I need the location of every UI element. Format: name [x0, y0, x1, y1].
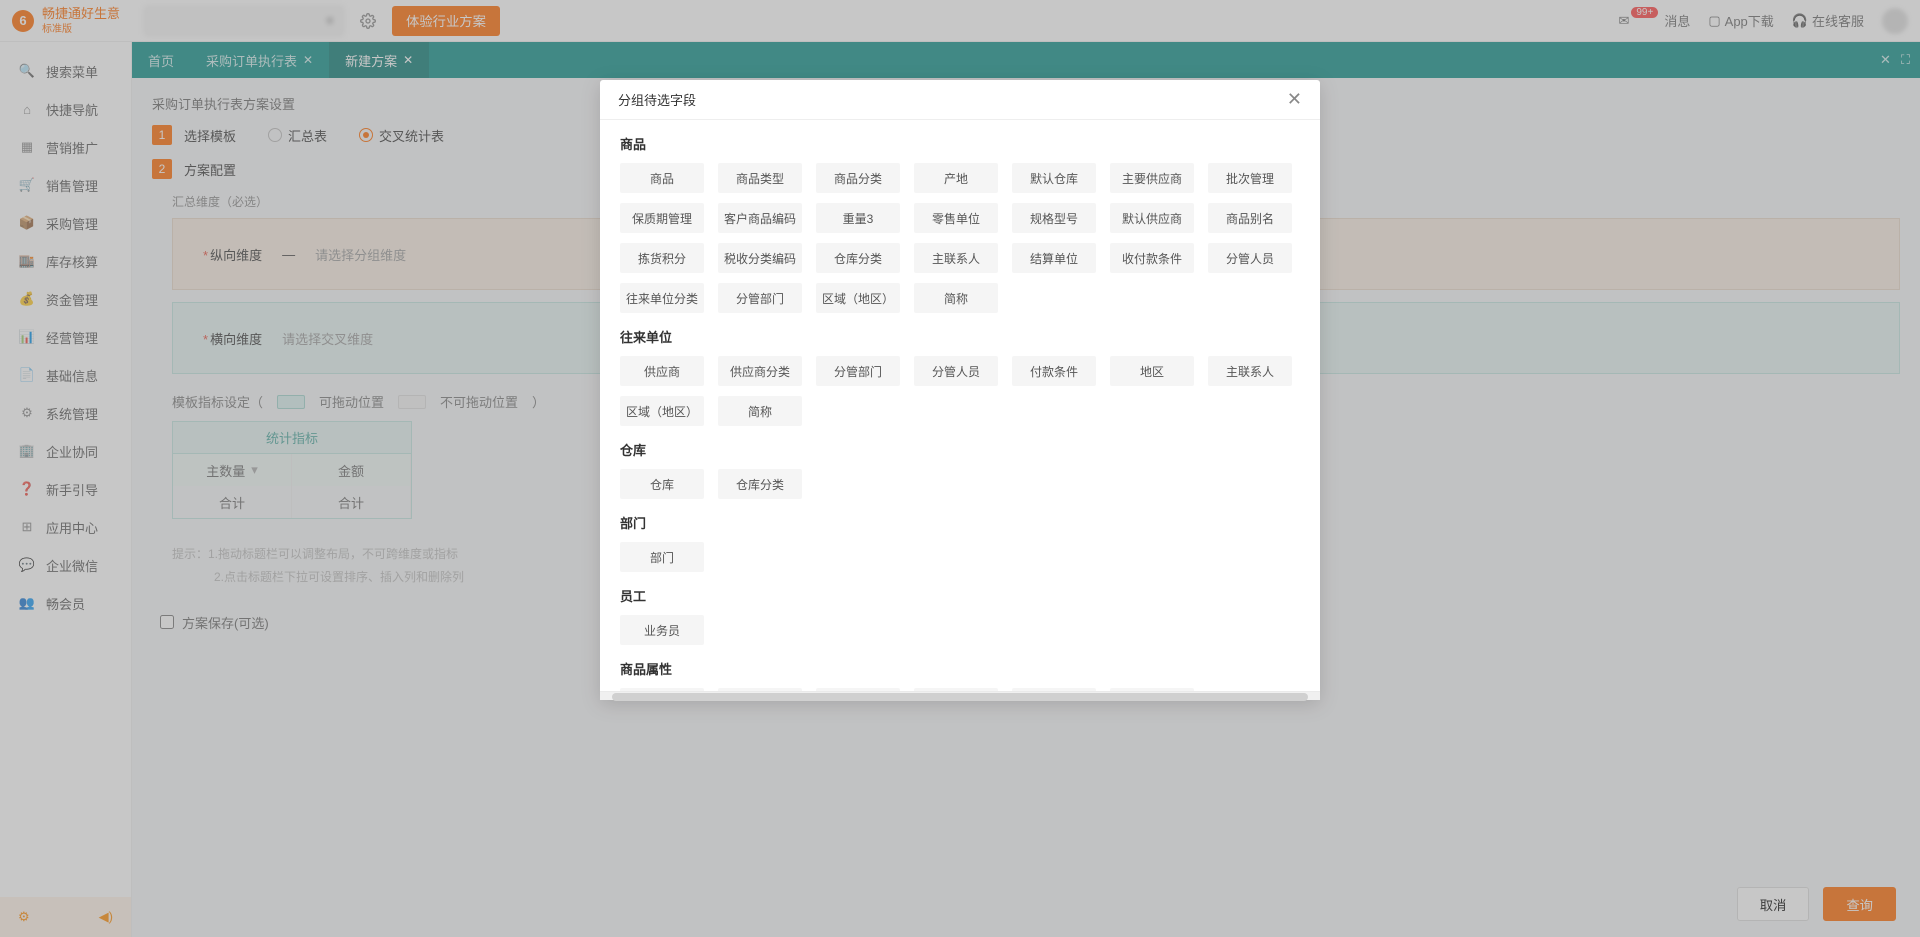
field-group-title: 商品	[620, 134, 1300, 153]
modal-hscroll[interactable]	[600, 691, 1320, 700]
field-group-title: 商品属性	[620, 659, 1300, 678]
field-item[interactable]: 分管部门	[718, 283, 802, 313]
modal-mask: 分组待选字段 ✕ 商品商品商品类型商品分类产地默认仓库主要供应商批次管理保质期管…	[0, 0, 1920, 937]
field-item[interactable]: 仓库	[620, 469, 704, 499]
field-select-modal: 分组待选字段 ✕ 商品商品商品类型商品分类产地默认仓库主要供应商批次管理保质期管…	[600, 80, 1320, 700]
field-item[interactable]: 批次管理	[1208, 163, 1292, 193]
field-group-title: 部门	[620, 513, 1300, 532]
field-group: 部门部门	[620, 513, 1300, 572]
field-item[interactable]: 仓库分类	[718, 469, 802, 499]
field-group-title: 往来单位	[620, 327, 1300, 346]
field-group-title: 仓库	[620, 440, 1300, 459]
field-item[interactable]: 默认供应商	[1110, 203, 1194, 233]
field-group-title: 员工	[620, 586, 1300, 605]
field-item[interactable]: 保质期管理	[620, 203, 704, 233]
field-item[interactable]: 客户商品编码	[718, 203, 802, 233]
field-item[interactable]: 供应商分类	[718, 356, 802, 386]
field-list: 供应商供应商分类分管部门分管人员付款条件地区主联系人区域（地区） 简称	[620, 356, 1300, 426]
modal-title: 分组待选字段	[618, 90, 696, 109]
field-item[interactable]: 主联系人	[914, 243, 998, 273]
field-list: 部门	[620, 542, 1300, 572]
field-item[interactable]: 商品	[620, 163, 704, 193]
field-item[interactable]: 付款条件	[1012, 356, 1096, 386]
field-list: 商品商品类型商品分类产地默认仓库主要供应商批次管理保质期管理客户商品编码重量3 零…	[620, 163, 1300, 313]
field-item[interactable]: 简称	[914, 283, 998, 313]
field-list: 业务员	[620, 615, 1300, 645]
field-item[interactable]: 结算单位	[1012, 243, 1096, 273]
modal-close-icon[interactable]: ✕	[1287, 89, 1302, 110]
field-item[interactable]: 业务员	[620, 615, 704, 645]
field-item[interactable]: 默认仓库	[1012, 163, 1096, 193]
field-item[interactable]: 主要供应商	[1110, 163, 1194, 193]
field-group: 往来单位供应商供应商分类分管部门分管人员付款条件地区主联系人区域（地区） 简称	[620, 327, 1300, 426]
field-list: 仓库仓库分类	[620, 469, 1300, 499]
field-item[interactable]: 供应商	[620, 356, 704, 386]
field-item[interactable]: 仓库分类	[816, 243, 900, 273]
field-item[interactable]: 主联系人	[1208, 356, 1292, 386]
field-group: 商品属性属性颜色多规格尺码鞋码1	[620, 659, 1300, 690]
field-item[interactable]: 零售单位	[914, 203, 998, 233]
field-item[interactable]: 分管部门	[816, 356, 900, 386]
field-item[interactable]: 拣货积分	[620, 243, 704, 273]
field-item[interactable]: 区域（地区）	[620, 396, 704, 426]
field-item[interactable]: 部门	[620, 542, 704, 572]
field-item[interactable]: 产地	[914, 163, 998, 193]
field-group: 商品商品商品类型商品分类产地默认仓库主要供应商批次管理保质期管理客户商品编码重量…	[620, 134, 1300, 313]
modal-body: 商品商品商品类型商品分类产地默认仓库主要供应商批次管理保质期管理客户商品编码重量…	[600, 120, 1320, 690]
field-item[interactable]: 区域（地区）	[816, 283, 900, 313]
field-item[interactable]: 分管人员	[914, 356, 998, 386]
field-item[interactable]: 地区	[1110, 356, 1194, 386]
field-item[interactable]: 重量3	[816, 203, 900, 233]
field-item[interactable]: 商品类型	[718, 163, 802, 193]
field-item[interactable]: 商品分类	[816, 163, 900, 193]
field-group: 员工业务员	[620, 586, 1300, 645]
field-item[interactable]: 税收分类编码	[718, 243, 802, 273]
modal-header: 分组待选字段 ✕	[600, 80, 1320, 120]
field-item[interactable]: 收付款条件	[1110, 243, 1194, 273]
field-group: 仓库仓库仓库分类	[620, 440, 1300, 499]
field-item[interactable]: 规格型号	[1012, 203, 1096, 233]
field-item[interactable]: 往来单位分类	[620, 283, 704, 313]
field-item[interactable]: 简称	[718, 396, 802, 426]
field-item[interactable]: 商品别名	[1208, 203, 1292, 233]
field-item[interactable]: 分管人员	[1208, 243, 1292, 273]
